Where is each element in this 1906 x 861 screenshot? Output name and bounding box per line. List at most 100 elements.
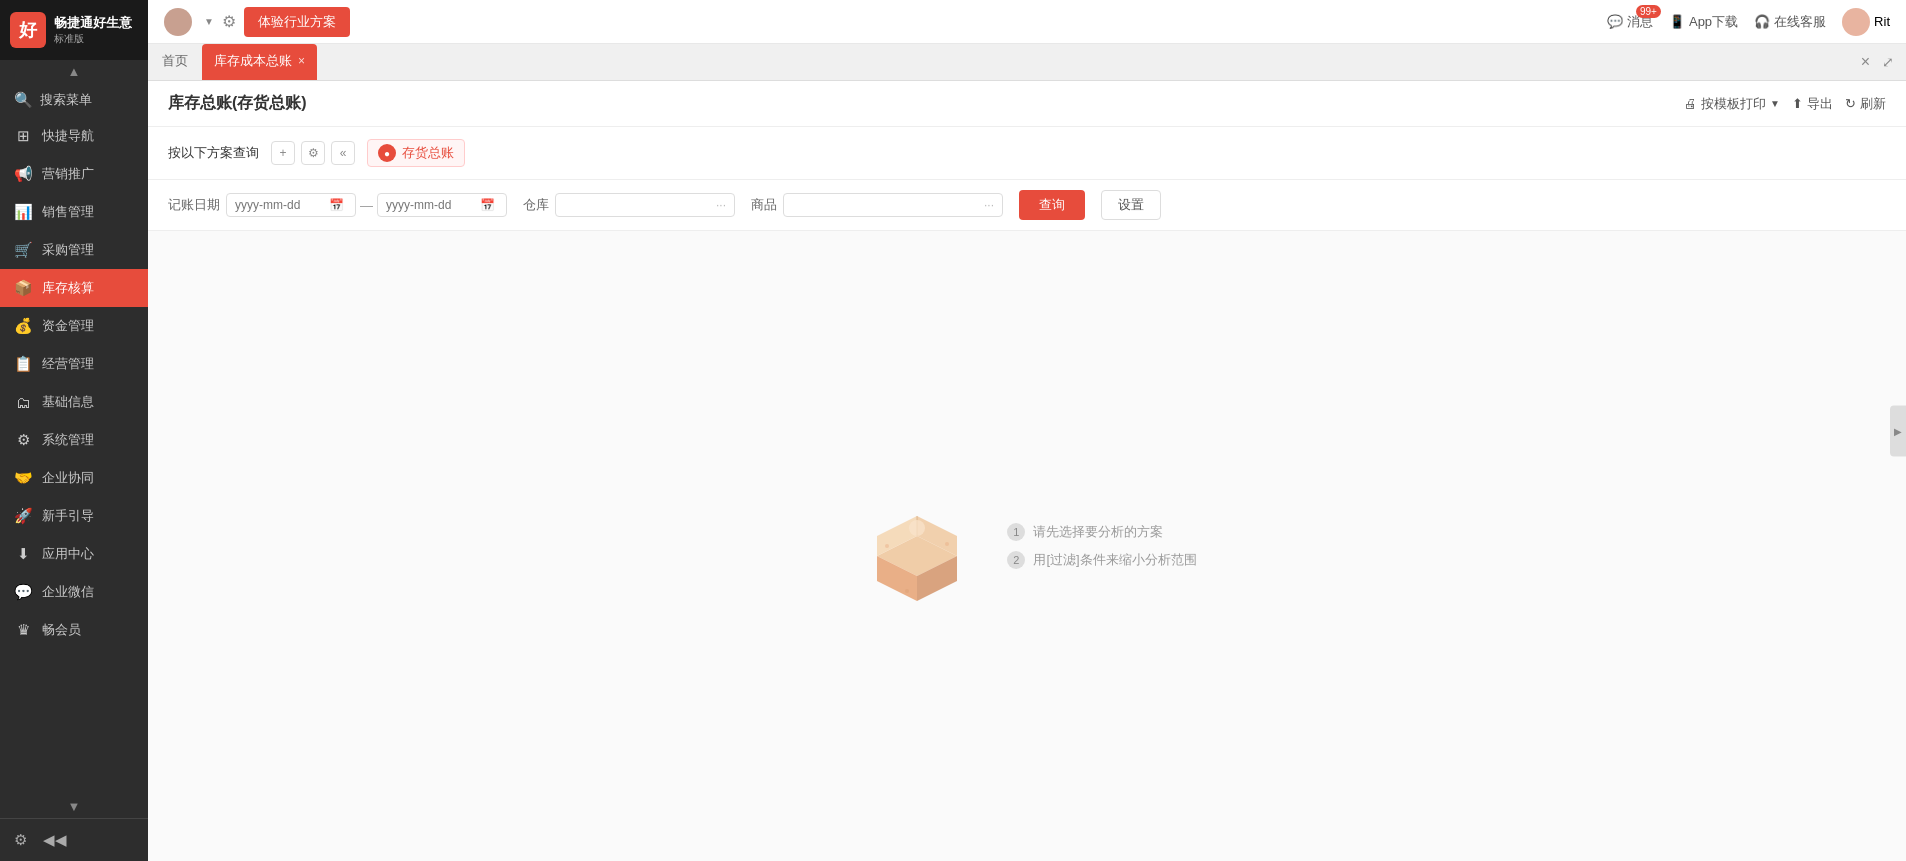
topbar-gear-icon[interactable]: ⚙: [222, 12, 236, 31]
app-name: 畅捷通好生意: [54, 15, 132, 32]
headset-icon: 🎧: [1754, 14, 1770, 29]
content-area: 1 请先选择要分析的方案 2 用[过滤]条件来缩小分析范围 ▶: [148, 231, 1906, 861]
date-label: 记账日期: [168, 196, 220, 214]
warehouse-select[interactable]: ···: [555, 193, 735, 217]
calendar-end-icon[interactable]: 📅: [480, 198, 495, 212]
sidebar-item-apps[interactable]: ⬇ 应用中心: [0, 535, 148, 573]
purchase-icon: 🛒: [14, 241, 32, 259]
online-service-btn[interactable]: 🎧 在线客服: [1754, 13, 1826, 31]
topbar-user-area[interactable]: ▼: [164, 8, 214, 36]
date-end-field[interactable]: [386, 198, 476, 212]
sidebar-label-quick-nav: 快捷导航: [42, 127, 94, 145]
page-title: 库存总账(存货总账): [168, 93, 307, 114]
filter-collapse-btn[interactable]: «: [331, 141, 355, 165]
svg-point-9: [905, 589, 909, 593]
filter-settings-btn[interactable]: ⚙: [301, 141, 325, 165]
calendar-start-icon[interactable]: 📅: [329, 198, 344, 212]
sidebar-scroll: ⊞ 快捷导航 📢 营销推广 📊 销售管理 🛒 采购管理 📦 库存核算 💰 资金管…: [0, 117, 148, 795]
user-dropdown-icon[interactable]: ▼: [204, 16, 214, 27]
sidebar-item-wechat[interactable]: 💬 企业微信: [0, 573, 148, 611]
topbar-user-right[interactable]: Rit: [1842, 8, 1890, 36]
export-label: 导出: [1807, 95, 1833, 113]
guide-icon: 🚀: [14, 507, 32, 525]
messages-badge: 99+: [1636, 5, 1661, 18]
tip-item-1: 1 请先选择要分析的方案: [1007, 523, 1196, 541]
tab-inventory-ledger[interactable]: 库存成本总账 ×: [202, 44, 317, 80]
sidebar-item-enterprise[interactable]: 🤝 企业协同: [0, 459, 148, 497]
app-download-btn[interactable]: 📱 App下载: [1669, 13, 1738, 31]
date-range-wrapper: 📅 — 📅: [226, 193, 507, 217]
sidebar-item-operations[interactable]: 📋 经营管理: [0, 345, 148, 383]
product-more-icon[interactable]: ···: [984, 198, 994, 212]
warehouse-more-icon[interactable]: ···: [716, 198, 726, 212]
date-end-input[interactable]: 📅: [377, 193, 507, 217]
quick-nav-icon: ⊞: [14, 127, 32, 145]
export-btn[interactable]: ⬆ 导出: [1792, 95, 1833, 113]
refresh-label: 刷新: [1860, 95, 1886, 113]
sidebar-item-quick-nav[interactable]: ⊞ 快捷导航: [0, 117, 148, 155]
date-start-input[interactable]: 📅: [226, 193, 356, 217]
sidebar-logo: 好 畅捷通好生意 标准版: [0, 0, 148, 60]
product-select[interactable]: ···: [783, 193, 1003, 217]
sidebar-label-marketing: 营销推广: [42, 165, 94, 183]
close-panel-btn[interactable]: ×: [1857, 49, 1874, 75]
search-btn[interactable]: 查询: [1019, 190, 1085, 220]
page-header: 库存总账(存货总账) 🖨 按模板打印 ▼ ⬆ 导出 ↻ 刷新: [148, 81, 1906, 127]
sidebar-search[interactable]: 🔍 搜索菜单: [0, 83, 148, 117]
warehouse-field: 仓库 ···: [523, 193, 735, 217]
sidebar-item-basic[interactable]: 🗂 基础信息: [0, 383, 148, 421]
sidebar-item-sales[interactable]: 📊 销售管理: [0, 193, 148, 231]
sidebar-label-system: 系统管理: [42, 431, 94, 449]
expand-btn[interactable]: ⤢: [1878, 50, 1898, 74]
inventory-icon: 📦: [14, 279, 32, 297]
sidebar-item-inventory[interactable]: 📦 库存核算: [0, 269, 148, 307]
tab-inventory-ledger-label: 库存成本总账: [214, 52, 292, 70]
settings-btn[interactable]: 设置: [1101, 190, 1161, 220]
scheme-item[interactable]: ● 存货总账: [367, 139, 465, 167]
sidebar-label-sales: 销售管理: [42, 203, 94, 221]
right-panel-toggle[interactable]: ▶: [1890, 405, 1906, 456]
tip-item-2: 2 用[过滤]条件来缩小分析范围: [1007, 551, 1196, 569]
filter-add-btn[interactable]: +: [271, 141, 295, 165]
tabs-inner: 首页 库存成本总账 ×: [148, 44, 1849, 80]
tip-text-1: 请先选择要分析的方案: [1033, 523, 1163, 541]
svg-point-8: [945, 542, 949, 546]
sidebar-label-purchase: 采购管理: [42, 241, 94, 259]
tab-close-icon[interactable]: ×: [298, 54, 305, 68]
app-download-label: App下载: [1689, 13, 1738, 31]
scheme-name: 存货总账: [402, 144, 454, 162]
scheme-dot-icon: ●: [378, 144, 396, 162]
collapse-sidebar-icon[interactable]: ◀◀: [43, 831, 67, 849]
topbar-user-display: Rit: [1874, 14, 1890, 29]
app-name-block: 畅捷通好生意 标准版: [54, 15, 132, 45]
scroll-up-arrow[interactable]: ▲: [0, 60, 148, 83]
sidebar-item-marketing[interactable]: 📢 营销推广: [0, 155, 148, 193]
tab-home[interactable]: 首页: [148, 44, 202, 80]
tabs-wrapper: 首页 库存成本总账 × × ⤢: [148, 44, 1906, 81]
filter-area: 按以下方案查询 + ⚙ « ● 存货总账: [148, 127, 1906, 180]
messages-btn[interactable]: 💬 消息 99+: [1607, 13, 1653, 31]
sidebar-item-guide[interactable]: 🚀 新手引导: [0, 497, 148, 535]
settings-footer-icon[interactable]: ⚙: [14, 831, 27, 849]
sidebar-item-funds[interactable]: 💰 资金管理: [0, 307, 148, 345]
scroll-down-arrow[interactable]: ▼: [0, 795, 148, 818]
sidebar-item-purchase[interactable]: 🛒 采购管理: [0, 231, 148, 269]
sidebar-item-system[interactable]: ⚙ 系统管理: [0, 421, 148, 459]
refresh-icon: ↻: [1845, 96, 1856, 111]
sidebar-item-member[interactable]: ♛ 畅会员: [0, 611, 148, 649]
refresh-btn[interactable]: ↻ 刷新: [1845, 95, 1886, 113]
app-version: 标准版: [54, 32, 132, 45]
print-dropdown-icon[interactable]: ▼: [1770, 98, 1780, 109]
print-template-btn[interactable]: 🖨 按模板打印 ▼: [1684, 95, 1780, 113]
empty-box-svg: [857, 486, 977, 606]
topbar: ▼ ⚙ 体验行业方案 💬 消息 99+ 📱 App下载 🎧 在线客服 Rit: [148, 0, 1906, 44]
basic-icon: 🗂: [14, 394, 32, 411]
avatar: [164, 8, 192, 36]
filter-label: 按以下方案查询: [168, 144, 259, 162]
user-avatar-right: [1842, 8, 1870, 36]
industry-btn[interactable]: 体验行业方案: [244, 7, 350, 37]
filter-gear-icon: ⚙: [308, 146, 319, 160]
warehouse-label: 仓库: [523, 196, 549, 214]
date-start-field[interactable]: [235, 198, 325, 212]
sidebar-label-guide: 新手引导: [42, 507, 94, 525]
